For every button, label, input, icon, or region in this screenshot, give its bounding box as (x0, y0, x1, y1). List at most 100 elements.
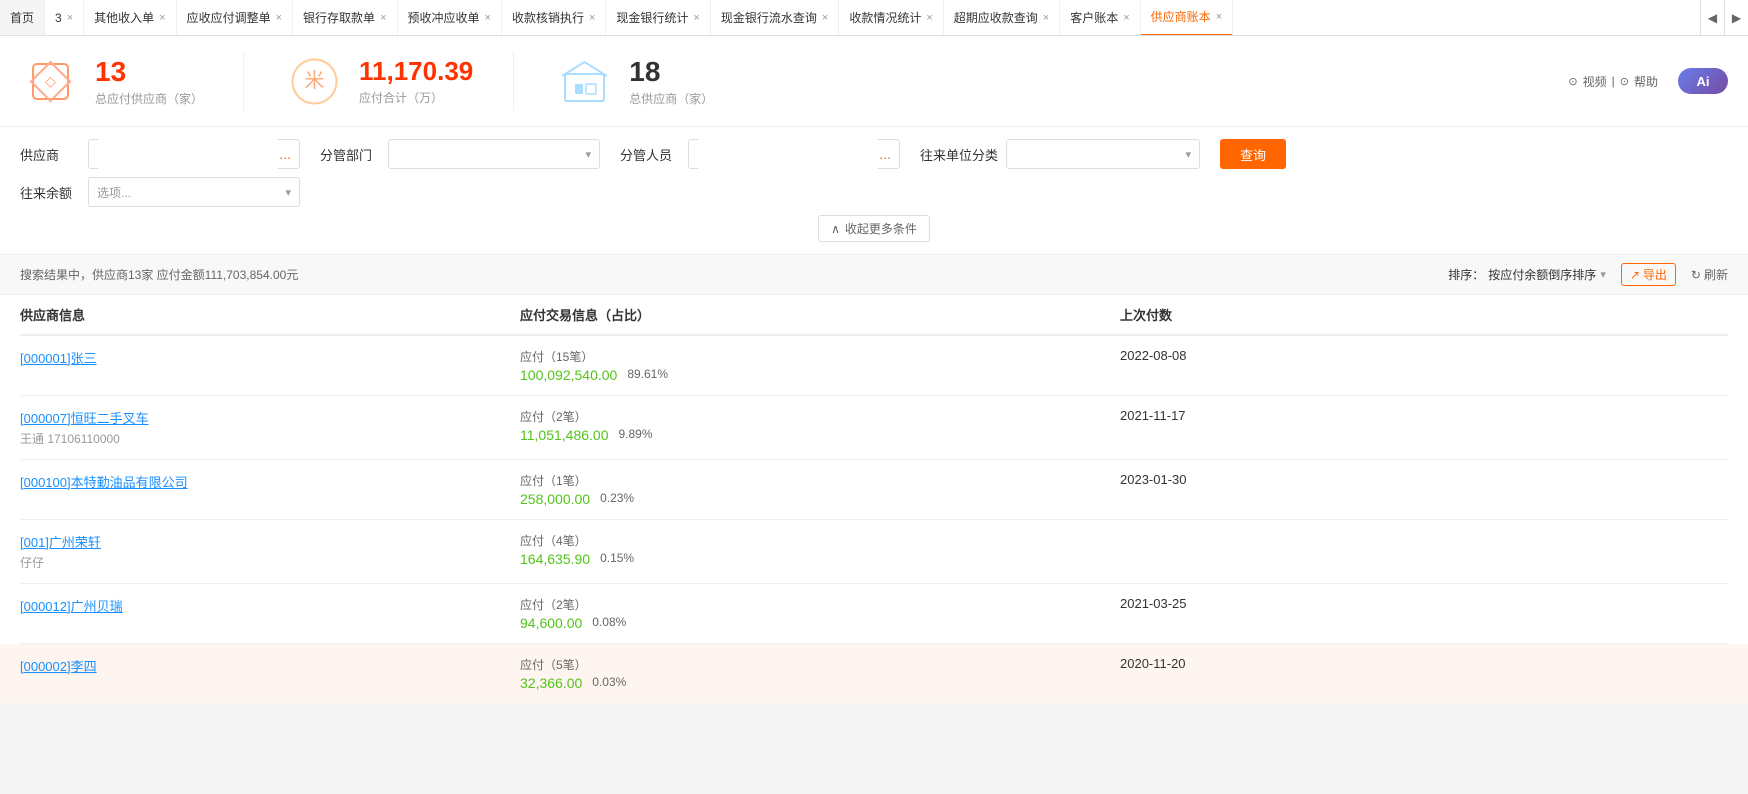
close-icon[interactable]: × (589, 12, 595, 24)
close-icon[interactable]: × (822, 12, 828, 24)
nav-overdue-ar[interactable]: 超期应收款查询 × (944, 0, 1060, 36)
summary-card-suppliers-payable: ◇ 13 总应付供应商（家） (20, 51, 244, 111)
total-suppliers-label: 总供应商（家） (629, 90, 713, 107)
table-header: 供应商信息 应付交易信息（占比） 上次付数 (20, 295, 1728, 336)
close-icon[interactable]: × (67, 12, 73, 24)
export-button[interactable]: ↗ 导出 (1621, 263, 1676, 286)
chevron-down-icon: ▾ (1185, 148, 1191, 161)
filter-dept: 分管部门 ▾ (320, 139, 600, 169)
table-row: [000012]广州贝瑞 应付（2笔） 94,600.00 0.08% 2021… (20, 584, 1728, 644)
store-icon (554, 51, 614, 111)
export-icon: ↗ (1630, 268, 1640, 282)
sort-select[interactable]: 排序： 按应付余额倒序排序 ▾ (1448, 266, 1606, 283)
supplier-link[interactable]: [000100]本特勤油品有限公司 (20, 475, 188, 490)
tx-info: 应付（15笔） 100,092,540.00 89.61% (520, 348, 1120, 383)
nav-receipt-exec[interactable]: 收款核销执行 × (502, 0, 606, 36)
payable-suppliers-count: 13 (95, 55, 203, 89)
supplier-info: [000007]恒旺二手叉车 王通 17106110000 (20, 408, 520, 447)
search-button[interactable]: 查询 (1220, 139, 1286, 169)
results-summary: 搜索结果中，供应商13家 应付金额111,703,854.00元 (20, 266, 298, 283)
circle-icon2: ⊙ (1620, 75, 1629, 88)
table-row: [000002]李四 应付（5笔） 32,366.00 0.03% 2020-1… (0, 644, 1748, 703)
ai-button[interactable]: Ai (1678, 68, 1728, 94)
last-pay-date: 2023-01-30 (1120, 472, 1728, 487)
supplier-dots-icon[interactable]: ... (279, 146, 291, 162)
category-select[interactable]: ▾ (1006, 139, 1200, 169)
nav-customer-ledger[interactable]: 客户账本 × (1060, 0, 1140, 36)
nav-cash-bank-stat[interactable]: 现金银行统计 × (606, 0, 710, 36)
last-pay-date: 2021-11-17 (1120, 408, 1728, 423)
chevron-down-icon: ▾ (585, 148, 591, 161)
supplier-info: [000012]广州贝瑞 (20, 596, 520, 615)
person-input[interactable] (697, 139, 879, 169)
nav-supplier-ledger[interactable]: 供应商账本 × (1141, 0, 1233, 36)
filter-balance: 往来余额 选项... ▾ (20, 177, 300, 207)
tx-info: 应付（2笔） 94,600.00 0.08% (520, 596, 1120, 631)
close-icon[interactable]: × (1043, 12, 1049, 24)
last-pay-date: 2020-11-20 (1120, 656, 1728, 671)
results-bar: 搜索结果中，供应商13家 应付金额111,703,854.00元 排序： 按应付… (0, 255, 1748, 295)
payable-total-amount: 11,170.39 (359, 56, 473, 87)
supplier-link[interactable]: [000007]恒旺二手叉车 (20, 411, 149, 426)
dept-select[interactable]: ▾ (388, 139, 600, 169)
refresh-button[interactable]: ↻ 刷新 (1691, 266, 1728, 283)
supplier-info: [000100]本特勤油品有限公司 (20, 472, 520, 491)
summary-card-payable-total: 米 11,170.39 应付合计（万） (284, 51, 514, 111)
svg-text:◇: ◇ (45, 73, 56, 89)
video-link[interactable]: 视频 (1583, 73, 1607, 90)
collapse-button[interactable]: ∧ 收起更多条件 (818, 215, 930, 242)
diamond-icon: ◇ (20, 51, 80, 111)
sort-area: 排序： 按应付余额倒序排序 ▾ ↗ 导出 ↻ 刷新 (1448, 263, 1728, 286)
close-icon[interactable]: × (1123, 12, 1129, 24)
supplier-input[interactable] (97, 139, 279, 169)
ai-label: Ai (1697, 74, 1710, 89)
tx-info: 应付（4笔） 164,635.90 0.15% (520, 532, 1120, 567)
nav-prev-arrow[interactable]: ◀ (1700, 0, 1724, 36)
table-row: [000007]恒旺二手叉车 王通 17106110000 应付（2笔） 11,… (20, 396, 1728, 460)
balance-label: 往来余额 (20, 183, 80, 202)
chevron-down-icon: ▾ (285, 186, 291, 199)
nav-home[interactable]: 首页 (0, 0, 45, 36)
supplier-label: 供应商 (20, 145, 80, 164)
total-suppliers-count: 18 (629, 55, 713, 89)
nav-ar-ap-adjust[interactable]: 应收应付调整单 × (177, 0, 293, 36)
col-header-lastpay: 上次付数 (1120, 305, 1728, 324)
close-icon[interactable]: × (159, 12, 165, 24)
close-icon[interactable]: × (1216, 11, 1222, 23)
balance-select[interactable]: 选项... ▾ (88, 177, 300, 207)
supplier-info: [001]广州荣轩 仔仔 (20, 532, 520, 571)
nav-next-arrow[interactable]: ▶ (1724, 0, 1748, 36)
last-pay-date: 2022-08-08 (1120, 348, 1728, 363)
person-dots-icon[interactable]: ... (879, 146, 891, 162)
summary-info-total-suppliers: 18 总供应商（家） (629, 55, 713, 108)
tx-info: 应付（2笔） 11,051,486.00 9.89% (520, 408, 1120, 443)
close-icon[interactable]: × (276, 12, 282, 24)
filter-category: 往来单位分类 ▾ (920, 139, 1200, 169)
supplier-link[interactable]: [000002]李四 (20, 659, 97, 674)
dept-label: 分管部门 (320, 145, 380, 164)
close-icon[interactable]: × (485, 12, 491, 24)
supplier-info: [000002]李四 (20, 656, 520, 675)
close-icon[interactable]: × (693, 12, 699, 24)
col-header-tx: 应付交易信息（占比） (520, 305, 1120, 324)
nav-prepay-offset[interactable]: 预收冲应收单 × (398, 0, 502, 36)
summary-bar: ◇ 13 总应付供应商（家） 米 11,170.39 应付合计（万） (0, 36, 1748, 127)
close-icon[interactable]: × (380, 12, 386, 24)
table-row: [001]广州荣轩 仔仔 应付（4笔） 164,635.90 0.15% (20, 520, 1728, 584)
data-table: 供应商信息 应付交易信息（占比） 上次付数 [000001]张三 应付（15笔）… (0, 295, 1748, 703)
circle-icon: ⊙ (1568, 75, 1577, 88)
supplier-link[interactable]: [000012]广州贝瑞 (20, 599, 123, 614)
supplier-link[interactable]: [001]广州荣轩 (20, 535, 101, 550)
help-link[interactable]: 帮助 (1634, 73, 1658, 90)
nav-other-income[interactable]: 其他收入单 × (84, 0, 176, 36)
nav-tab-3[interactable]: 3 × (45, 0, 84, 36)
nav-receipt-stat[interactable]: 收款情况统计 × (839, 0, 943, 36)
nav-bank-deposit[interactable]: 银行存取款单 × (293, 0, 397, 36)
summary-info-payable-suppliers: 13 总应付供应商（家） (95, 55, 203, 108)
close-icon[interactable]: × (926, 12, 932, 24)
chevron-up-icon: ∧ (831, 222, 840, 236)
nav-arrows: ◀ ▶ (1700, 0, 1748, 36)
payable-suppliers-label: 总应付供应商（家） (95, 90, 203, 107)
nav-cash-flow-query[interactable]: 现金银行流水查询 × (711, 0, 839, 36)
supplier-link[interactable]: [000001]张三 (20, 351, 97, 366)
